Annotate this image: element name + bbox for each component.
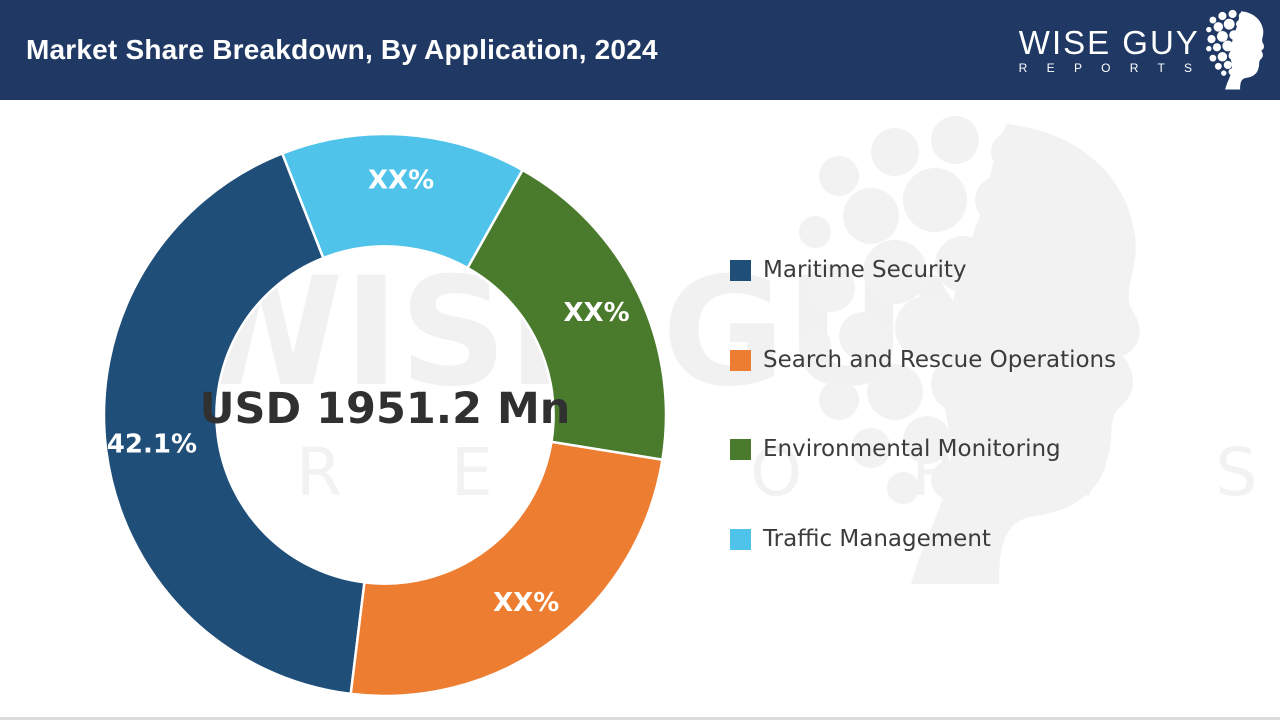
infographic: Market Share Breakdown, By Application, …: [0, 0, 1280, 720]
legend-label: Traffic Management: [763, 525, 991, 552]
page-title: Market Share Breakdown, By Application, …: [26, 34, 658, 65]
logo-text: WISE GUY R E P O R T S: [1019, 26, 1200, 74]
legend-label: Environmental Monitoring: [763, 436, 1061, 463]
brand-logo: WISE GUY R E P O R T S: [1019, 7, 1270, 93]
legend-item-traffic-management: Traffic Management: [730, 526, 1116, 554]
segment-value-label: XX%: [493, 588, 559, 618]
legend-label: Search and Rescue Operations: [763, 346, 1117, 373]
legend-item-search-and-rescue-operations: Search and Rescue Operations: [730, 347, 1116, 375]
logo-tagline: R E P O R T S: [1018, 61, 1200, 75]
logo-wordmark: WISE GUY: [1018, 24, 1200, 61]
legend-swatch-maritime-security: [730, 260, 751, 282]
legend-swatch-search-and-rescue-operations: [730, 349, 751, 371]
chart-center-value: USD 1951.2 Mn: [199, 384, 571, 434]
legend-swatch-traffic-management: [730, 529, 751, 551]
donut-segment-search-and-rescue-operations: [349, 440, 664, 698]
legend-label: Maritime Security: [763, 257, 967, 283]
segment-value-label: 42.1%: [107, 430, 197, 460]
wise-guy-face-icon: [1206, 9, 1265, 90]
legend-swatch-environmental-monitoring: [730, 439, 751, 461]
legend-item-environmental-monitoring: Environmental Monitoring: [730, 436, 1116, 464]
segment-value-label: XX%: [564, 298, 630, 328]
legend: Maritime Security Search and Rescue Oper…: [730, 257, 1116, 553]
legend-item-maritime-security: Maritime Security: [730, 257, 1116, 285]
header-bar: Market Share Breakdown, By Application, …: [0, 0, 1280, 100]
segment-value-label: XX%: [368, 166, 434, 196]
